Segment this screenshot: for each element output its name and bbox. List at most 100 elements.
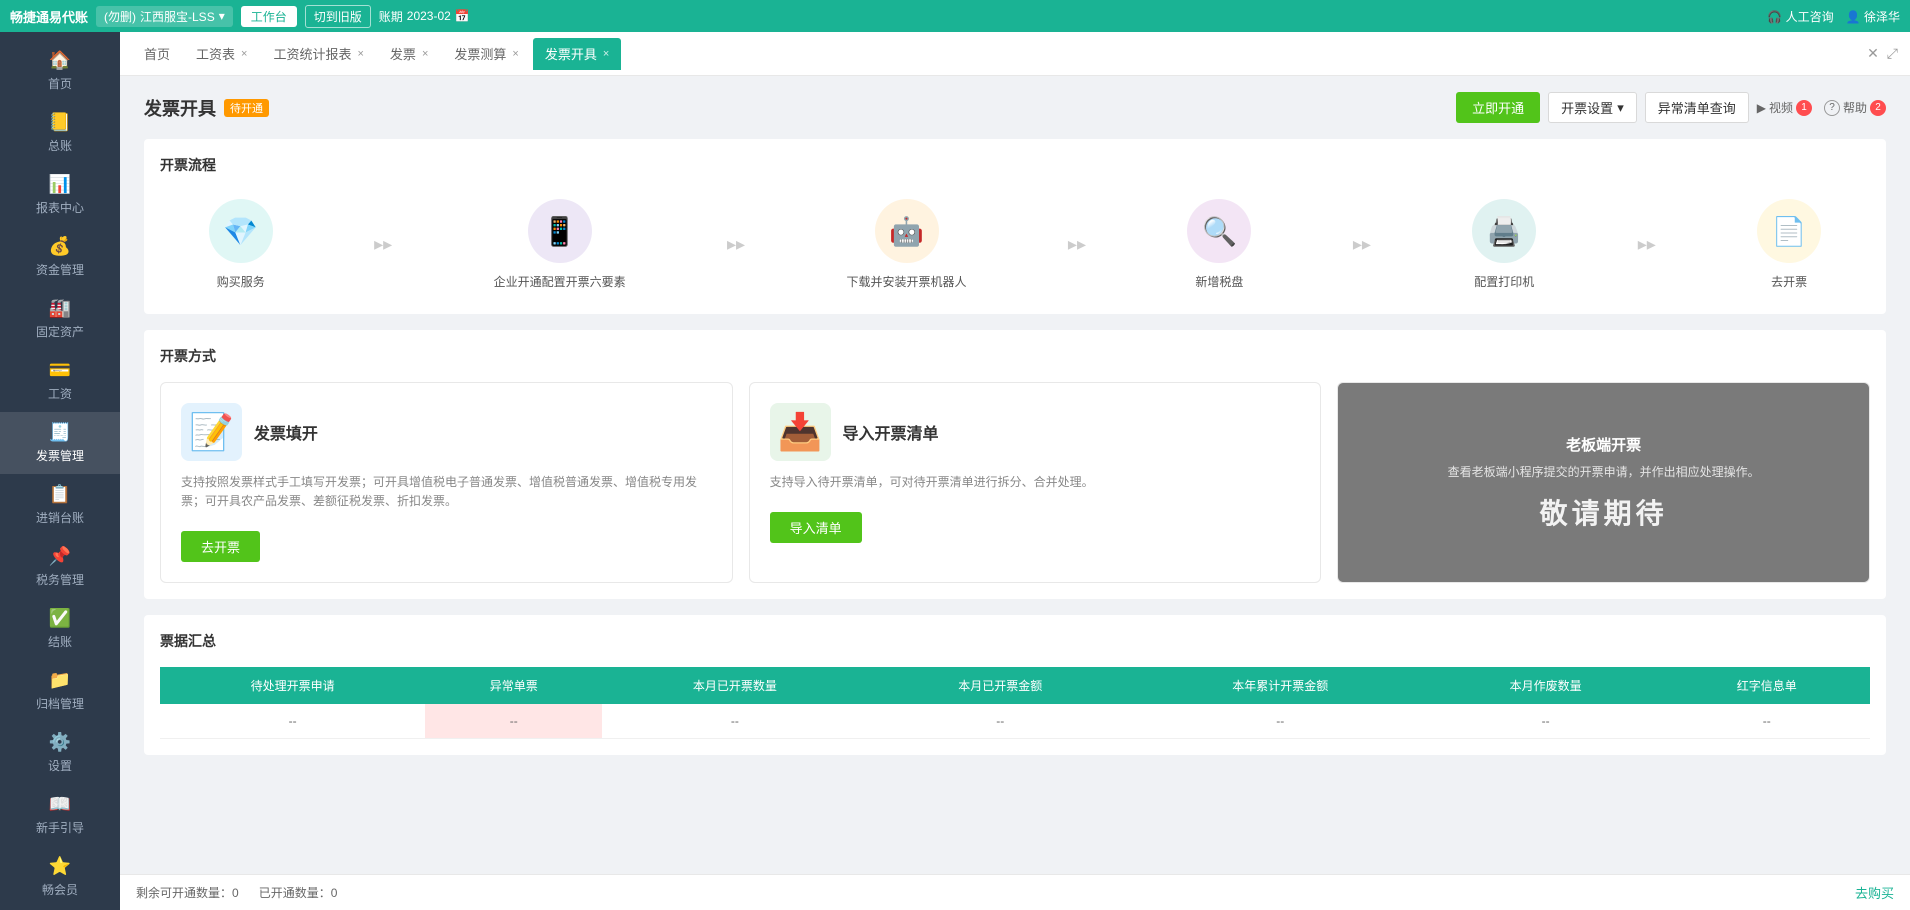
period-label: 账期 — [379, 8, 403, 25]
open-settings-label: 开票设置 — [1561, 98, 1613, 117]
sidebar-label-tax: 税务管理 — [36, 571, 84, 588]
flow-arrow-2: ▸▸ — [727, 234, 745, 255]
sidebar: 🏠 首页 📒 总账 📊 报表中心 💰 资金管理 🏭 固定资产 💳 工资 🧾 发票… — [0, 32, 120, 910]
go-issue-button[interactable]: 去开票 — [181, 531, 260, 562]
sidebar-item-reports[interactable]: 📊 报表中心 — [0, 164, 120, 226]
helper-bar: ▶ 视频 1 ? 帮助 2 — [1757, 99, 1886, 116]
coming-soon-text: 敬请期待 — [1540, 492, 1668, 532]
sidebar-label-invoice: 发票管理 — [36, 447, 84, 464]
tab-invoice-calc-close[interactable]: × — [512, 48, 518, 60]
workbench-button[interactable]: 工作台 — [241, 6, 297, 27]
tab-salary-report-close[interactable]: × — [357, 48, 363, 60]
flow-step-download-label: 下载并安装开票机器人 — [847, 273, 967, 290]
settings-chevron-icon: ▾ — [1617, 100, 1624, 116]
tab-invoice-list-close[interactable]: × — [422, 48, 428, 60]
method-card-fill: 📝 发票填开 支持按照发票样式手工填写开发票；可开具增值税电子普通发票、增值税普… — [160, 382, 733, 583]
page-title-area: 发票开具 待开通 — [144, 95, 269, 121]
flow-step-add-tax[interactable]: 🔍 新增税盘 — [1187, 199, 1251, 290]
sidebar-label-settle: 结账 — [48, 633, 72, 650]
tab-invoice-issue[interactable]: 发票开具 × — [533, 38, 621, 70]
flow-step-buy-service[interactable]: 💎 购买服务 — [209, 199, 273, 290]
bottom-info: 剩余可开通数量：0 已开通数量：0 — [136, 884, 337, 901]
sidebar-item-newbie[interactable]: 📖 新手引导 — [0, 784, 120, 846]
abnormal-query-button[interactable]: 异常清单查询 — [1645, 92, 1749, 123]
tab-home-label: 首页 — [144, 44, 170, 63]
sidebar-item-invoice[interactable]: 🧾 发票管理 — [0, 412, 120, 474]
ledger-icon: 📒 — [49, 112, 71, 133]
sidebar-item-purchase[interactable]: 📋 进销台账 — [0, 474, 120, 536]
old-client-title: 老板端开票 — [1566, 434, 1641, 455]
company-prefix: (勿删) — [104, 8, 136, 25]
sidebar-item-tax[interactable]: 📌 税务管理 — [0, 536, 120, 598]
tab-bar: 首页 工资表 × 工资统计报表 × 发票 × 发票测算 × 发票开具 × — [120, 32, 1910, 76]
bottom-bar: 剩余可开通数量：0 已开通数量：0 去购买 — [120, 874, 1910, 910]
sidebar-item-member[interactable]: ⭐ 畅会员 — [0, 846, 120, 908]
opened-text: 已开通数量：0 — [259, 884, 338, 901]
flow-step-download[interactable]: 🤖 下载并安装开票机器人 — [847, 199, 967, 290]
flow-step-enterprise[interactable]: 📱 企业开通配置开票六要素 — [494, 199, 626, 290]
sidebar-label-reports: 报表中心 — [36, 199, 84, 216]
user-avatar[interactable]: 👤 徐泽华 — [1846, 8, 1900, 25]
flow-step-printer[interactable]: 🖨️ 配置打印机 — [1472, 199, 1536, 290]
sidebar-label-funds: 资金管理 — [36, 261, 84, 278]
headphone-icon: 🎧 — [1767, 10, 1782, 24]
tab-salary-close[interactable]: × — [241, 48, 247, 60]
sidebar-item-home[interactable]: 🏠 首页 — [0, 40, 120, 102]
method-cards: 📝 发票填开 支持按照发票样式手工填写开发票；可开具增值税电子普通发票、增值税普… — [160, 382, 1870, 583]
flow-step-issue[interactable]: 📄 去开票 — [1757, 199, 1821, 290]
tab-salary[interactable]: 工资表 × — [184, 38, 259, 70]
tab-invoice-list[interactable]: 发票 × — [378, 38, 440, 70]
support-link[interactable]: 🎧 人工咨询 — [1767, 8, 1833, 25]
help-link[interactable]: ? 帮助 2 — [1824, 99, 1886, 116]
go-buy-button[interactable]: 去购买 — [1855, 883, 1894, 902]
tab-salary-report[interactable]: 工资统计报表 × — [261, 38, 375, 70]
sidebar-label-archive: 归档管理 — [36, 695, 84, 712]
video-label: 视频 — [1769, 99, 1793, 116]
sidebar-item-funds[interactable]: 💰 资金管理 — [0, 226, 120, 288]
open-settings-button[interactable]: 开票设置 ▾ — [1548, 92, 1637, 123]
company-selector[interactable]: (勿删) 江西服宝-LSS ▾ — [96, 6, 233, 27]
member-icon: ⭐ — [49, 856, 71, 877]
table-row: -- -- -- -- -- -- -- — [160, 704, 1870, 739]
download-icon: 🤖 — [875, 199, 939, 263]
old-version-button[interactable]: 切到旧版 — [305, 5, 371, 28]
period-value: 2023-02 — [407, 9, 451, 23]
help-label: 帮助 — [1843, 99, 1867, 116]
question-icon: ? — [1824, 100, 1840, 116]
issue-invoice-icon: 📄 — [1757, 199, 1821, 263]
import-list-button[interactable]: 导入清单 — [770, 512, 862, 543]
sidebar-item-payroll[interactable]: 💳 工资 — [0, 350, 120, 412]
close-all-icon[interactable]: ✕ — [1867, 45, 1879, 62]
add-tax-icon: 🔍 — [1187, 199, 1251, 263]
cell-month-amount: -- — [868, 704, 1133, 739]
flow-step-issue-label: 去开票 — [1771, 273, 1807, 290]
col-pending: 待处理开票申请 — [160, 667, 425, 704]
assets-icon: 🏭 — [49, 298, 71, 319]
gear-icon: ⚙️ — [49, 732, 71, 753]
sidebar-item-ledger[interactable]: 📒 总账 — [0, 102, 120, 164]
maximize-icon[interactable]: ⤢ — [1887, 45, 1898, 62]
method-section: 开票方式 📝 发票填开 支持按照发票样式手工填写开发票；可开具增值税电子普通发票… — [144, 330, 1886, 599]
open-now-button[interactable]: 立即开通 — [1456, 92, 1540, 123]
sidebar-item-archive[interactable]: 📁 归档管理 — [0, 660, 120, 722]
sidebar-label-member: 畅会员 — [42, 881, 78, 898]
method-section-title: 开票方式 — [160, 346, 1870, 366]
remaining-text: 剩余可开通数量：0 — [136, 884, 239, 901]
video-icon: ▶ — [1757, 101, 1766, 115]
reports-icon: 📊 — [49, 174, 71, 195]
period-selector[interactable]: 账期 2023-02 📅 — [379, 8, 470, 25]
flow-step-printer-label: 配置打印机 — [1474, 273, 1534, 290]
sidebar-item-settings[interactable]: ⚙️ 设置 — [0, 722, 120, 784]
tab-salary-report-label: 工资统计报表 — [273, 44, 351, 63]
summary-section-title: 票据汇总 — [160, 631, 1870, 651]
newbie-icon: 📖 — [49, 794, 71, 815]
tab-invoice-calc[interactable]: 发票测算 × — [442, 38, 530, 70]
summary-table-header: 待处理开票申请 异常单票 本月已开票数量 本月已开票金额 本年累计开票金额 本月… — [160, 667, 1870, 704]
funds-icon: 💰 — [49, 236, 71, 257]
sidebar-item-settle[interactable]: ✅ 结账 — [0, 598, 120, 660]
video-help[interactable]: ▶ 视频 1 — [1757, 99, 1812, 116]
tab-invoice-issue-close[interactable]: × — [603, 48, 609, 60]
sidebar-item-assets[interactable]: 🏭 固定资产 — [0, 288, 120, 350]
top-bar: 畅捷通易代账 (勿删) 江西服宝-LSS ▾ 工作台 切到旧版 账期 2023-… — [0, 0, 1910, 32]
tab-home[interactable]: 首页 — [132, 38, 182, 70]
